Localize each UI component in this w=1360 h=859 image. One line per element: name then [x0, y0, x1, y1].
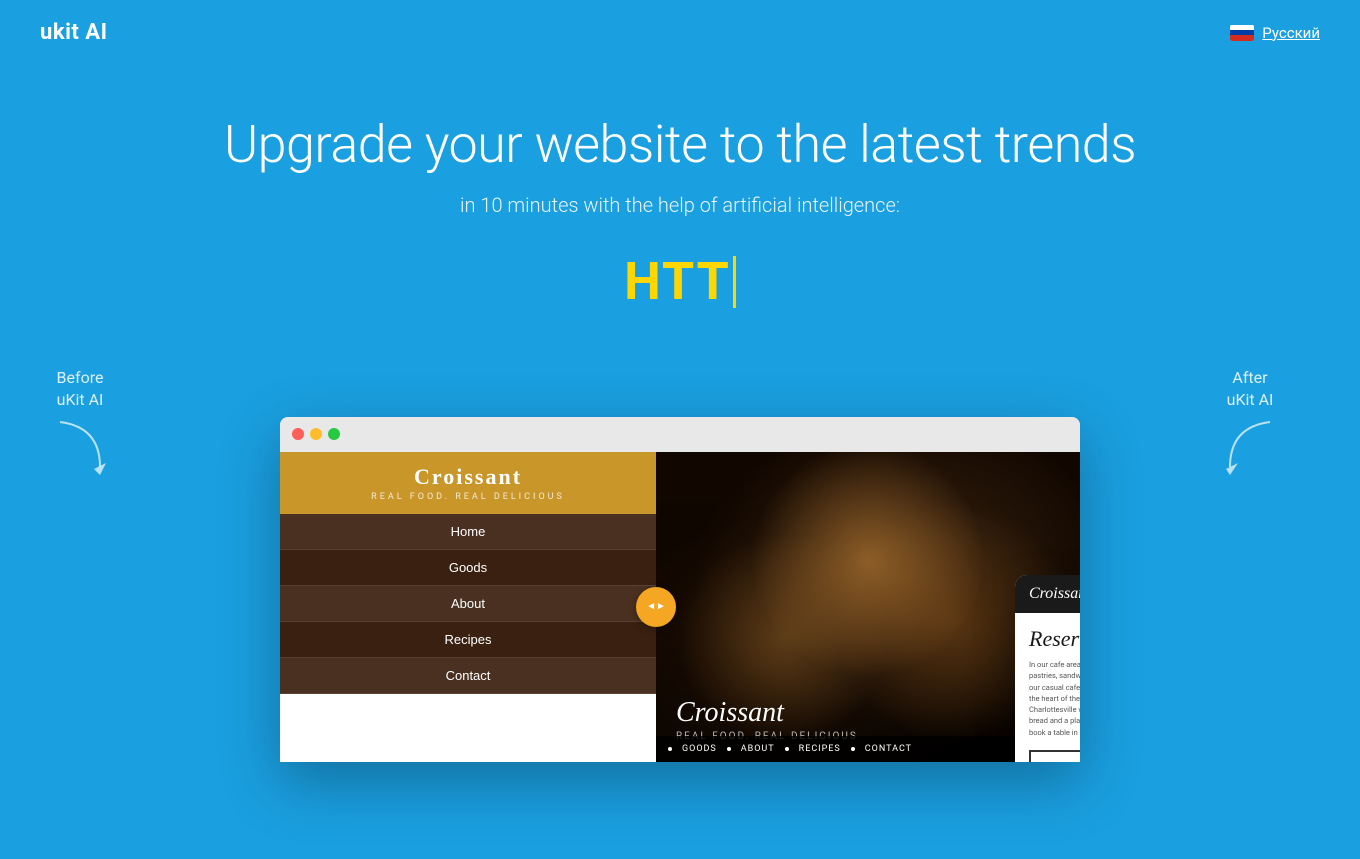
after-line2: uKit AI — [1227, 390, 1274, 409]
before-line1: Before — [57, 368, 104, 387]
hero-subtitle: in 10 minutes with the help of artificia… — [20, 193, 1340, 217]
new-nav-recipes[interactable]: RECIPES — [799, 744, 841, 754]
new-site-name: Croissant — [676, 697, 1060, 729]
logo: ukit AI — [40, 20, 108, 45]
new-nav-about[interactable]: ABOUT — [741, 744, 775, 754]
cursor — [733, 256, 736, 308]
browser-window-container: Croissant REAL FOOD. REAL DELICIOUS Home… — [280, 417, 1080, 762]
nav-dot — [851, 747, 855, 751]
browser-dot-yellow — [310, 428, 322, 440]
mobile-mockup: Croissant Reservations In our cafe area … — [1015, 575, 1080, 762]
language-selector[interactable]: Русский — [1230, 24, 1320, 42]
nav-dot — [727, 747, 731, 751]
mobile-body-text: In our cafe area you are invited to purc… — [1029, 659, 1080, 738]
header: ukit AI Русский — [0, 0, 1360, 65]
logo-text: ukit AI — [40, 20, 108, 45]
before-label: Before uKit AI — [50, 367, 110, 477]
hero-section: Upgrade your website to the latest trend… — [0, 65, 1360, 347]
new-nav-contact[interactable]: CONTACT — [865, 744, 912, 754]
mobile-cta-button[interactable]: BOOK A TABLE — [1029, 750, 1080, 762]
old-nav-home[interactable]: Home — [280, 514, 656, 550]
old-site-tagline: REAL FOOD. REAL DELICIOUS — [292, 492, 644, 502]
old-site-nav: Home Goods About Recipes Contact — [280, 514, 656, 694]
browser-window: Croissant REAL FOOD. REAL DELICIOUS Home… — [280, 417, 1080, 762]
new-nav-goods[interactable]: GOODS — [682, 744, 717, 754]
old-site-header: Croissant REAL FOOD. REAL DELICIOUS — [280, 452, 656, 514]
old-nav-goods[interactable]: Goods — [280, 550, 656, 586]
flag-icon — [1230, 25, 1254, 41]
nav-dot — [668, 747, 672, 751]
old-site-title: Croissant — [292, 464, 644, 490]
old-site: Croissant REAL FOOD. REAL DELICIOUS Home… — [280, 452, 656, 762]
old-nav-contact[interactable]: Contact — [280, 658, 656, 694]
old-nav-about[interactable]: About — [280, 586, 656, 622]
browser-dot-green — [328, 428, 340, 440]
browser-content: Croissant REAL FOOD. REAL DELICIOUS Home… — [280, 452, 1080, 762]
typed-text: HTT — [624, 251, 731, 312]
browser-toolbar — [280, 417, 1080, 452]
after-line1: After — [1232, 368, 1267, 387]
after-arrow — [1220, 417, 1280, 477]
browser-dot-red — [292, 428, 304, 440]
typing-animation: HTT — [20, 247, 1340, 317]
mobile-section-title: Reservations — [1029, 627, 1080, 651]
mobile-logo: Croissant — [1029, 585, 1080, 603]
mobile-content: Reservations In our cafe area you are in… — [1015, 613, 1080, 762]
old-nav-recipes[interactable]: Recipes — [280, 622, 656, 658]
nav-dot — [785, 747, 789, 751]
hero-title: Upgrade your website to the latest trend… — [20, 115, 1340, 175]
after-label: After uKit AI — [1220, 367, 1280, 477]
comparison-section: Before uKit AI Croissant REAL FOOD. REAL… — [0, 367, 1360, 762]
mobile-header: Croissant — [1015, 575, 1080, 613]
before-arrow — [50, 417, 110, 477]
language-label: Русский — [1262, 24, 1320, 42]
before-line2: uKit AI — [57, 390, 104, 409]
divider-toggle-button[interactable] — [636, 587, 676, 627]
